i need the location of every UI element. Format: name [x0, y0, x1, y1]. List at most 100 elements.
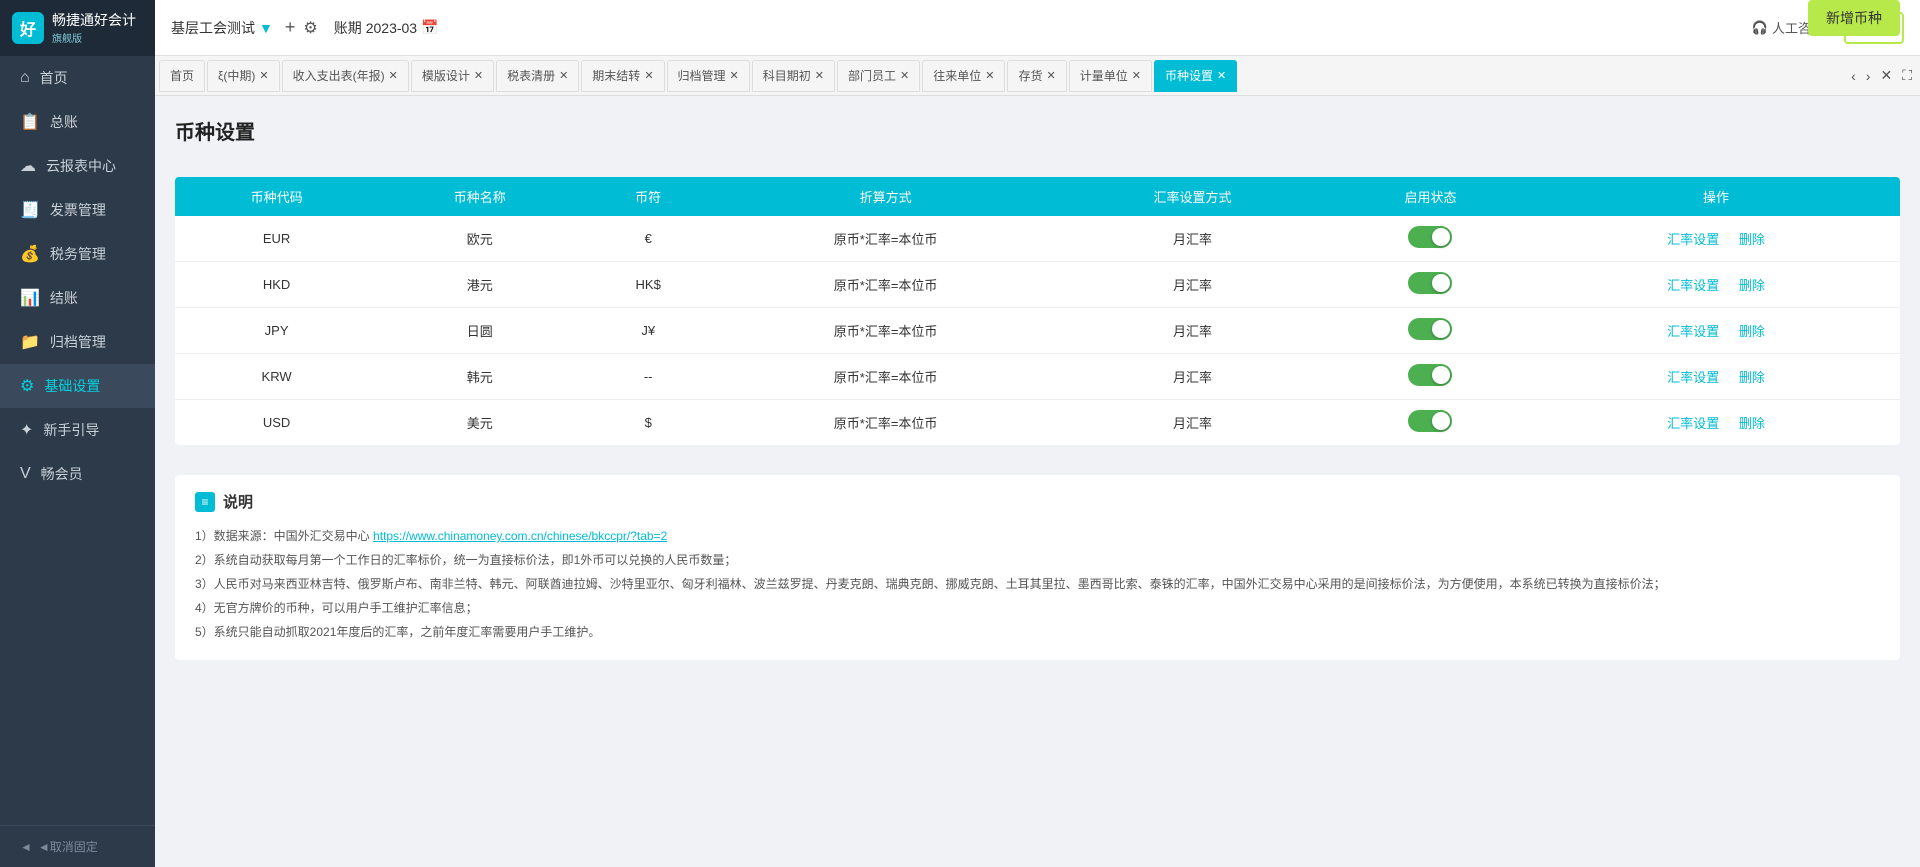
tab-close-contacts[interactable]: ✕ [985, 69, 994, 82]
tab-units[interactable]: 计量单位 ✕ [1069, 60, 1152, 92]
cell-0-1: 欧元 [378, 216, 581, 262]
tab-close-archive[interactable]: ✕ [730, 69, 739, 82]
tab-archive[interactable]: 归档管理 ✕ [667, 60, 750, 92]
tab-left-arrow[interactable]: ‹ [1847, 64, 1860, 88]
tab-close-currency[interactable]: ✕ [1217, 69, 1226, 82]
cell-1-3: 原币*汇率=本位币 [715, 262, 1056, 308]
sidebar-item-reports[interactable]: ☁ 云报表中心 [0, 144, 155, 188]
tab-currency[interactable]: 币种设置 ✕ [1154, 60, 1237, 92]
sidebar-item-settings[interactable]: ⚙ 基础设置 [0, 364, 155, 408]
tab-template[interactable]: 模版设计 ✕ [411, 60, 494, 92]
sidebar-item-archive[interactable]: 📁 归档管理 [0, 320, 155, 364]
tab-right-arrow[interactable]: › [1862, 64, 1875, 88]
sidebar-item-invoice[interactable]: 🧾 发票管理 [0, 188, 155, 232]
tab-income[interactable]: 收入支出表(年报) ✕ [282, 60, 409, 92]
sidebar-item-closing[interactable]: 📊 结账 [0, 276, 155, 320]
sidebar-icon-tax: 💰 [20, 244, 40, 264]
toggle-0[interactable] [1408, 226, 1452, 248]
toggle-3[interactable] [1408, 364, 1452, 386]
project-selector[interactable]: 基层工会测试 ▼ [171, 18, 273, 38]
cell-2-0: JPY [175, 308, 378, 354]
notes-list: 1）数据来源：中国外汇交易中心 https://www.chinamoney.c… [195, 524, 1880, 644]
tab-close-closing[interactable]: ✕ [644, 69, 653, 82]
cell-1-2: HK$ [581, 262, 715, 308]
tab-close-dept[interactable]: ✕ [900, 69, 909, 82]
sidebar-item-member[interactable]: V 畅会员 [0, 452, 155, 496]
col-header-5: 启用状态 [1329, 177, 1532, 216]
toggle-4[interactable] [1408, 410, 1452, 432]
rate-setting-link-3[interactable]: 汇率设置 [1667, 370, 1719, 385]
note-item-0: 1）数据来源：中国外汇交易中心 https://www.chinamoney.c… [195, 524, 1880, 548]
period-selector[interactable]: 账期 2023-03 📅 [334, 18, 439, 38]
tab-close-subjects[interactable]: ✕ [815, 69, 824, 82]
settings-gear-icon[interactable]: ⚙ [303, 18, 317, 38]
tab-balance[interactable]: ξ(中期) ✕ [207, 60, 280, 92]
tab-close-template[interactable]: ✕ [474, 69, 483, 82]
calendar-icon[interactable]: 📅 [421, 19, 438, 36]
tab-label-template: 模版设计 [422, 67, 470, 84]
rate-setting-link-2[interactable]: 汇率设置 [1667, 324, 1719, 339]
delete-link-4[interactable]: 删除 [1739, 416, 1765, 431]
rate-setting-link-1[interactable]: 汇率设置 [1667, 278, 1719, 293]
cell-3-3: 原币*汇率=本位币 [715, 354, 1056, 400]
sidebar-label-invoice: 发票管理 [50, 200, 106, 220]
cell-toggle-4[interactable] [1329, 400, 1532, 446]
tab-dept[interactable]: 部门员工 ✕ [837, 60, 920, 92]
tab-close-inventory[interactable]: ✕ [1046, 69, 1055, 82]
tab-tax[interactable]: 税表清册 ✕ [496, 60, 579, 92]
cell-2-1: 日圆 [378, 308, 581, 354]
sidebar-item-guide[interactable]: ✦ 新手引导 [0, 408, 155, 452]
sidebar-label-member: 畅会员 [41, 464, 83, 484]
cell-0-0: EUR [175, 216, 378, 262]
topbar: 基层工会测试 ▼ + ⚙ 账期 2023-03 📅 🎧 人工咨询 会计 [155, 0, 1920, 56]
cell-3-2: -- [581, 354, 715, 400]
note-item-1: 2）系统自动获取每月第一个工作日的汇率标价，统一为直接标价法，即1外币可以兑换的… [195, 548, 1880, 572]
tab-label-archive: 归档管理 [678, 67, 726, 84]
sidebar-pin-toggle[interactable]: ◄ ◄取消固定 [0, 825, 155, 867]
tab-closing[interactable]: 期末结转 ✕ [581, 60, 664, 92]
tab-inventory[interactable]: 存货 ✕ [1007, 60, 1066, 92]
delete-link-0[interactable]: 删除 [1739, 232, 1765, 247]
cell-toggle-0[interactable] [1329, 216, 1532, 262]
cell-3-1: 韩元 [378, 354, 581, 400]
rate-setting-link-4[interactable]: 汇率设置 [1667, 416, 1719, 431]
add-tab-icon[interactable]: + [285, 17, 296, 38]
tab-home[interactable]: 首页 [159, 60, 205, 92]
col-header-1: 币种名称 [378, 177, 581, 216]
delete-link-1[interactable]: 删除 [1739, 278, 1765, 293]
tab-close-units[interactable]: ✕ [1132, 69, 1141, 82]
cell-toggle-3[interactable] [1329, 354, 1532, 400]
app-name: 畅捷通好会计 [52, 11, 136, 29]
cell-toggle-2[interactable] [1329, 308, 1532, 354]
sidebar-label-home: 首页 [40, 68, 68, 88]
sidebar-label-closing: 结账 [50, 288, 78, 308]
tab-label-units: 计量单位 [1080, 67, 1128, 84]
sidebar-label-ledger: 总账 [50, 112, 78, 132]
tab-label-contacts: 往来单位 [933, 67, 981, 84]
cell-toggle-1[interactable] [1329, 262, 1532, 308]
delete-link-3[interactable]: 删除 [1739, 370, 1765, 385]
tab-expand-icon[interactable]: ⛶ [1898, 63, 1916, 88]
tab-contacts[interactable]: 往来单位 ✕ [922, 60, 1005, 92]
project-dropdown-icon[interactable]: ▼ [259, 20, 273, 36]
notes-link[interactable]: https://www.chinamoney.com.cn/chinese/bk… [373, 529, 667, 543]
period-value: 2023-03 [366, 20, 417, 36]
sidebar-icon-ledger: 📋 [20, 112, 40, 132]
note-item-3: 4）无官方牌价的币种，可以用户手工维护汇率信息； [195, 596, 1880, 620]
tab-subjects[interactable]: 科目期初 ✕ [752, 60, 835, 92]
tab-close-income[interactable]: ✕ [389, 69, 398, 82]
toggle-1[interactable] [1408, 272, 1452, 294]
tab-close-all-icon[interactable]: ✕ [1876, 63, 1896, 88]
toggle-2[interactable] [1408, 318, 1452, 340]
tab-close-tax[interactable]: ✕ [559, 69, 568, 82]
cell-4-4: 月汇率 [1056, 400, 1329, 446]
cell-actions-0: 汇率设置 删除 [1532, 216, 1900, 262]
delete-link-2[interactable]: 删除 [1739, 324, 1765, 339]
sidebar-item-tax[interactable]: 💰 税务管理 [0, 232, 155, 276]
sidebar-item-home[interactable]: ⌂ 首页 [0, 56, 155, 100]
cell-2-3: 原币*汇率=本位币 [715, 308, 1056, 354]
rate-setting-link-0[interactable]: 汇率设置 [1667, 232, 1719, 247]
headset-icon: 🎧 [1752, 20, 1768, 36]
sidebar-item-ledger[interactable]: 📋 总账 [0, 100, 155, 144]
tab-close-balance[interactable]: ✕ [259, 69, 268, 82]
